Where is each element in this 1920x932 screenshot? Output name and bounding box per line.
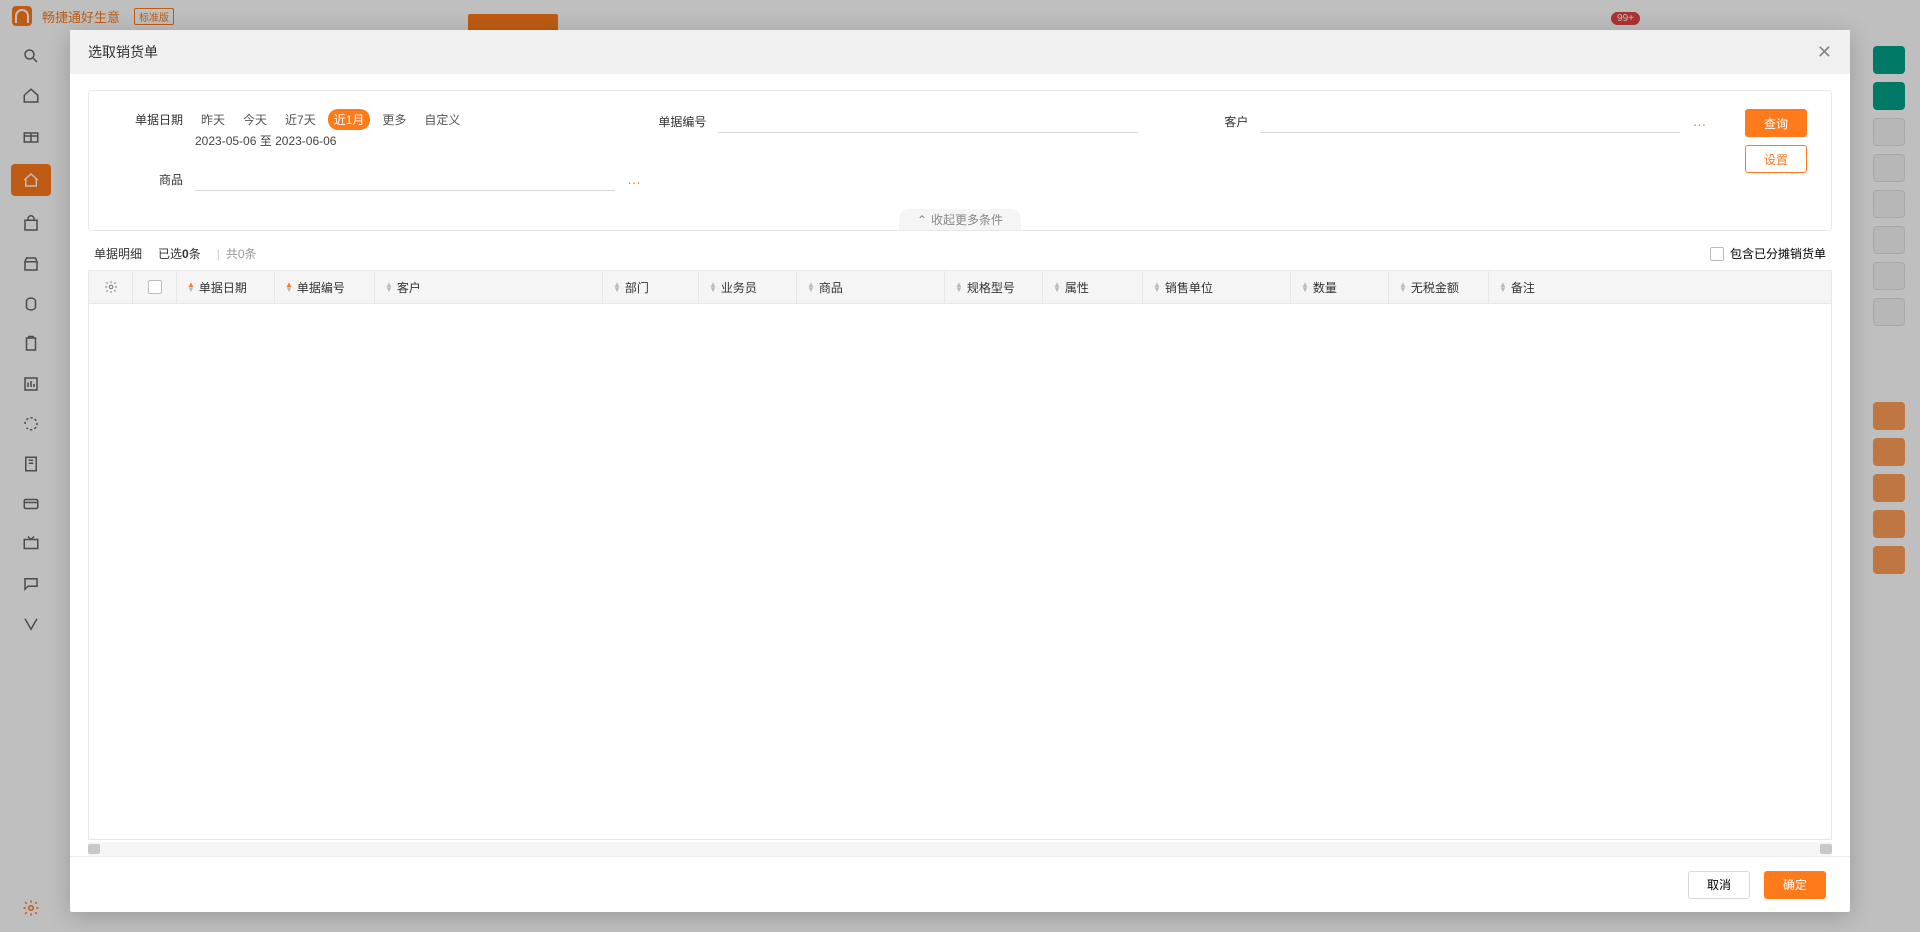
result-meta-bar: 单据明细 已选0条 | 共0条 包含已分摊销货单 — [70, 239, 1850, 270]
code-label: 单据编号 — [636, 113, 706, 130]
select-all-checkbox[interactable] — [133, 271, 177, 303]
col-product[interactable]: ▲▼商品 — [797, 271, 945, 303]
code-filter: 单据编号 — [636, 109, 1138, 133]
col-date[interactable]: ▲▼单据日期 — [177, 271, 275, 303]
product-input[interactable] — [195, 167, 615, 191]
quick-month[interactable]: 近1月 — [328, 109, 371, 130]
date-to: 2023-06-06 — [275, 134, 336, 148]
detail-title: 单据明细 — [94, 245, 142, 262]
date-range-text: 2023-05-06 至 2023-06-06 — [195, 132, 466, 149]
collapse-more-conditions[interactable]: ⌃ 收起更多条件 — [899, 209, 1021, 230]
quick-today[interactable]: 今天 — [237, 109, 273, 130]
close-icon[interactable]: ✕ — [1817, 42, 1832, 63]
chevron-up-icon: ⌃ — [917, 213, 927, 227]
horizontal-scrollbar[interactable] — [88, 842, 1832, 856]
code-input[interactable] — [718, 109, 1138, 133]
quick-custom[interactable]: 自定义 — [418, 109, 466, 130]
customer-input[interactable] — [1260, 109, 1680, 133]
col-sales[interactable]: ▲▼业务员 — [699, 271, 797, 303]
col-amount[interactable]: ▲▼无税金额 — [1389, 271, 1489, 303]
modal-footer: 取消 确定 — [70, 856, 1850, 912]
settings-button[interactable]: 设置 — [1745, 145, 1807, 173]
select-sales-order-modal: 选取销货单 ✕ 单据日期 昨天 今天 近7天 近1月 更多 自定义 20 — [70, 30, 1850, 912]
col-note[interactable]: ▲▼备注 — [1489, 271, 1831, 303]
total-count: 共0条 — [226, 245, 257, 262]
table-header: ▲▼单据日期 ▲▼单据编号 ▲▼客户 ▲▼部门 ▲▼业务员 ▲▼商品 ▲▼规格型… — [88, 270, 1832, 304]
product-filter: 商品 … — [113, 167, 641, 191]
column-settings-icon[interactable] — [89, 271, 133, 303]
cancel-button[interactable]: 取消 — [1688, 871, 1750, 899]
modal-title: 选取销货单 — [88, 42, 158, 62]
date-from: 2023-05-06 — [195, 134, 256, 148]
query-button[interactable]: 查询 — [1745, 109, 1807, 137]
customer-filter: 客户 … — [1178, 109, 1706, 133]
col-attr[interactable]: ▲▼属性 — [1043, 271, 1143, 303]
confirm-button[interactable]: 确定 — [1764, 871, 1826, 899]
col-qty[interactable]: ▲▼数量 — [1291, 271, 1389, 303]
modal-header: 选取销货单 ✕ — [70, 30, 1850, 74]
date-label: 单据日期 — [113, 111, 183, 128]
scrollbar-left-cap — [88, 844, 100, 854]
date-join: 至 — [260, 134, 272, 148]
filter-panel: 单据日期 昨天 今天 近7天 近1月 更多 自定义 2023-05-06 至 2… — [88, 90, 1832, 231]
col-customer[interactable]: ▲▼客户 — [375, 271, 603, 303]
selected-count: 已选0条 — [158, 245, 201, 262]
collapse-label: 收起更多条件 — [931, 211, 1003, 228]
customer-label: 客户 — [1178, 113, 1248, 130]
customer-more-icon[interactable]: … — [1692, 113, 1706, 129]
product-more-icon[interactable]: … — [627, 171, 641, 187]
date-filter: 单据日期 昨天 今天 近7天 近1月 更多 自定义 — [113, 109, 466, 130]
collapse-row: ⌃ 收起更多条件 — [113, 209, 1807, 230]
include-distributed-checkbox[interactable] — [1710, 247, 1724, 261]
table-body-empty — [88, 304, 1832, 840]
quick-more[interactable]: 更多 — [376, 109, 412, 130]
filter-actions: 查询 设置 — [1745, 109, 1807, 173]
col-unit[interactable]: ▲▼销售单位 — [1143, 271, 1291, 303]
col-code[interactable]: ▲▼单据编号 — [275, 271, 375, 303]
include-distributed-label: 包含已分摊销货单 — [1730, 245, 1826, 262]
col-spec[interactable]: ▲▼规格型号 — [945, 271, 1043, 303]
quick-week[interactable]: 近7天 — [279, 109, 322, 130]
product-label: 商品 — [113, 171, 183, 188]
col-dept[interactable]: ▲▼部门 — [603, 271, 699, 303]
quick-yesterday[interactable]: 昨天 — [195, 109, 231, 130]
scrollbar-right-cap — [1820, 844, 1832, 854]
